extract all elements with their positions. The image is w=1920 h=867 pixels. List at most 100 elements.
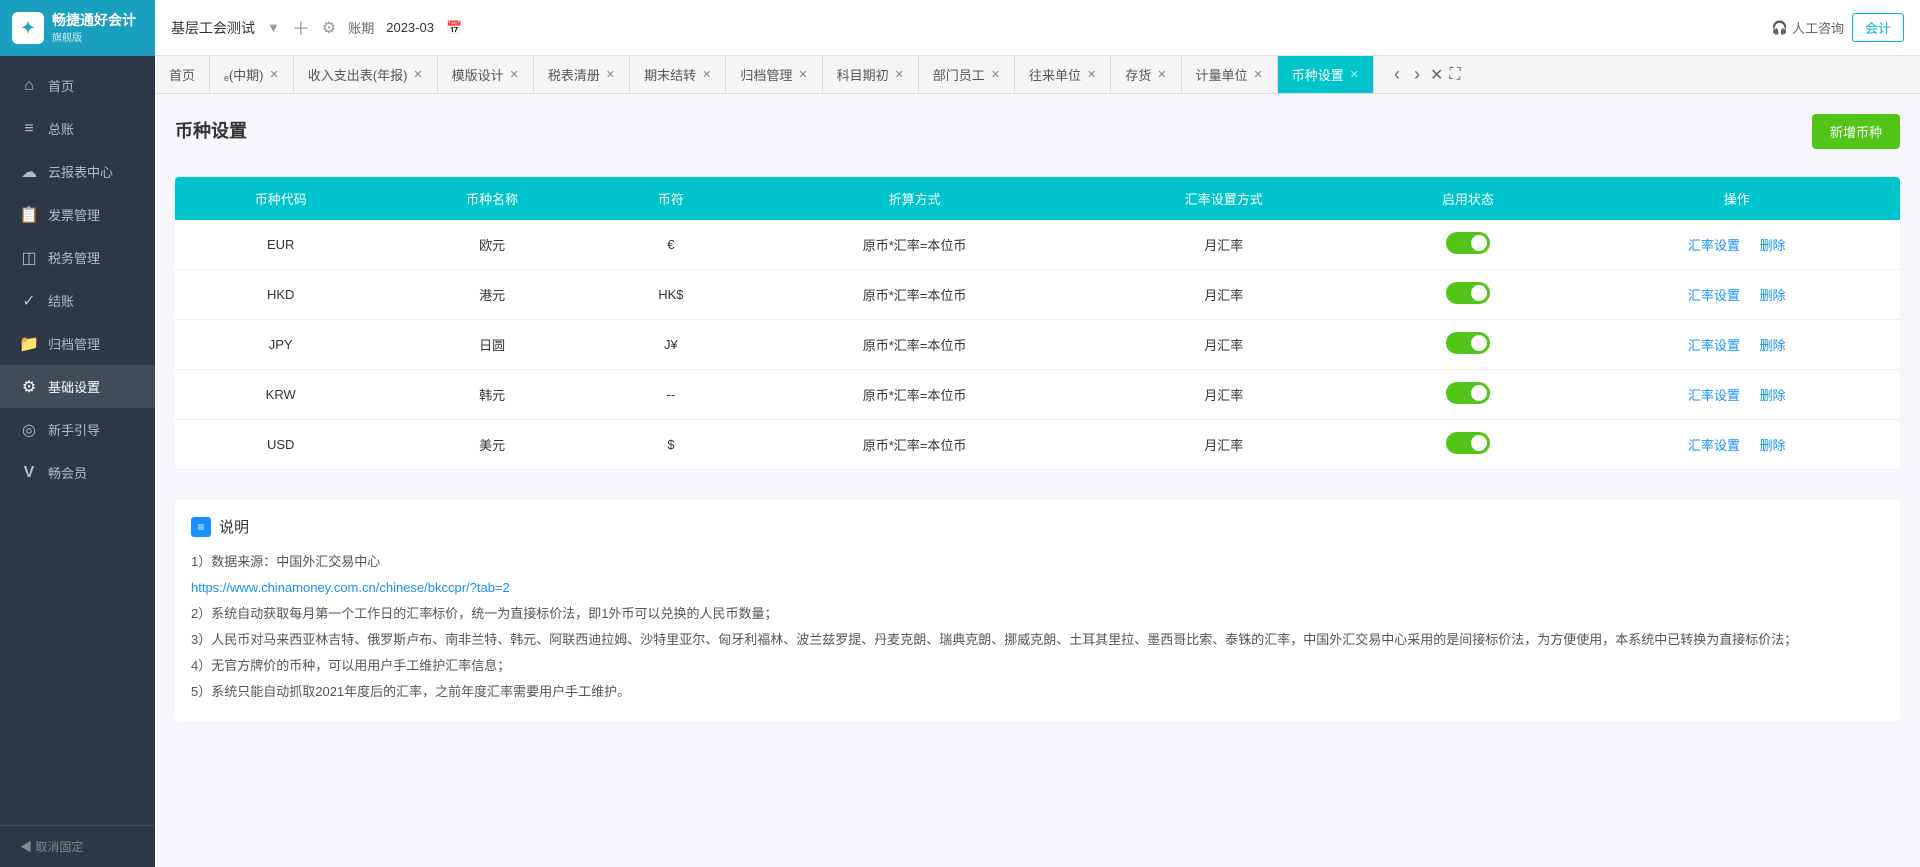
tab-template-close[interactable]: ✕ <box>510 68 519 81</box>
sidebar-item-home[interactable]: ⌂ 首页 <box>0 64 155 107</box>
tab-income[interactable]: 收入支出表(年报) ✕ <box>294 56 438 94</box>
cell-status <box>1362 320 1573 370</box>
rate-setting-link-JPY[interactable]: 汇率设置 <box>1688 338 1740 353</box>
col-symbol: 币符 <box>598 177 744 220</box>
tab-taxclear[interactable]: 税表清册 ✕ <box>534 56 630 94</box>
tab-home[interactable]: 首页 <box>155 56 210 94</box>
delete-link-JPY[interactable]: 删除 <box>1760 338 1786 353</box>
delete-link-EUR[interactable]: 删除 <box>1760 238 1786 253</box>
tab-interim[interactable]: ₑ(中期) ✕ <box>210 56 294 94</box>
expand-button[interactable]: ⛶ <box>1449 66 1460 84</box>
cell-code: EUR <box>175 220 386 270</box>
table-row: KRW 韩元 -- 原币*汇率=本位币 月汇率 汇率设置 删除 <box>175 370 1900 420</box>
tab-archive-close[interactable]: ✕ <box>798 68 807 81</box>
sidebar-item-guide[interactable]: ◎ 新手引导 <box>0 408 155 451</box>
tab-partners-close[interactable]: ✕ <box>1087 68 1096 81</box>
delete-link-HKD[interactable]: 删除 <box>1760 288 1786 303</box>
tab-department-close[interactable]: ✕ <box>991 68 1000 81</box>
tab-period-end[interactable]: 期末结转 ✕ <box>630 56 726 94</box>
sidebar-item-reports[interactable]: ☁ 云报表中心 <box>0 150 155 193</box>
sidebar-item-closing[interactable]: ✓ 结账 <box>0 279 155 322</box>
sidebar-item-basic[interactable]: ⚙ 基础设置 <box>0 365 155 408</box>
sidebar-item-archive[interactable]: 📁 归档管理 <box>0 322 155 365</box>
rate-setting-link-USD[interactable]: 汇率设置 <box>1688 438 1740 453</box>
sidebar-item-member[interactable]: V 畅会员 <box>0 451 155 494</box>
sidebar-item-tax[interactable]: ◫ 税务管理 <box>0 236 155 279</box>
cell-rate-type: 月汇率 <box>1085 270 1362 320</box>
sidebar-label-reports: 云报表中心 <box>48 162 113 181</box>
tab-income-close[interactable]: ✕ <box>413 68 422 81</box>
cell-action: 汇率设置 删除 <box>1574 220 1900 270</box>
tab-currency[interactable]: 币种设置 ✕ <box>1278 56 1374 94</box>
sidebar-item-ledger[interactable]: ≡ 总账 <box>0 107 155 150</box>
add-company-button[interactable]: ＋ <box>292 15 310 41</box>
tab-period-end-close[interactable]: ✕ <box>702 68 711 81</box>
tab-interim-close[interactable]: ✕ <box>270 68 279 81</box>
tab-partners[interactable]: 往来单位 ✕ <box>1015 56 1111 94</box>
cell-status <box>1362 420 1573 470</box>
tab-inventory-label: 存货 <box>1125 65 1151 84</box>
cell-code: KRW <box>175 370 386 420</box>
tab-department[interactable]: 部门员工 ✕ <box>919 56 1015 94</box>
settings-icon[interactable]: ⚙ <box>322 18 336 38</box>
rate-setting-link-HKD[interactable]: 汇率设置 <box>1688 288 1740 303</box>
tab-subject-init-close[interactable]: ✕ <box>895 68 904 81</box>
tab-unit-close[interactable]: ✕ <box>1254 68 1263 81</box>
toggle-HKD[interactable] <box>1446 282 1490 304</box>
logo-icon: ✦ <box>12 12 44 44</box>
rate-setting-link-EUR[interactable]: 汇率设置 <box>1688 238 1740 253</box>
note-title-row: ≡ 说明 <box>191 516 1884 537</box>
tab-prev-button[interactable]: ‹ <box>1390 64 1404 85</box>
tabbar: 首页 ₑ(中期) ✕ 收入支出表(年报) ✕ 模版设计 ✕ 税表清册 ✕ 期末结… <box>155 56 1920 94</box>
home-icon: ⌂ <box>20 77 38 95</box>
tab-home-label: 首页 <box>169 65 195 84</box>
col-method: 折算方式 <box>744 177 1085 220</box>
help-button[interactable]: 🎧 人工咨询 <box>1772 18 1844 37</box>
tab-archive-label: 归档管理 <box>740 65 792 84</box>
toggle-KRW[interactable] <box>1446 382 1490 404</box>
topbar-actions: 🎧 人工咨询 会计 <box>1772 13 1904 42</box>
account-button[interactable]: 会计 <box>1852 13 1904 42</box>
tab-unit[interactable]: 计量单位 ✕ <box>1182 56 1278 94</box>
calendar-icon[interactable]: 📅 <box>446 20 462 36</box>
toggle-JPY[interactable] <box>1446 332 1490 354</box>
sidebar-label-home: 首页 <box>48 76 74 95</box>
tab-subject-init[interactable]: 科目期初 ✕ <box>823 56 919 94</box>
page-title: 币种设置 <box>175 117 247 143</box>
col-code: 币种代码 <box>175 177 386 220</box>
company-name: 基层工会测试 <box>171 18 255 38</box>
cell-status <box>1362 270 1573 320</box>
tab-inventory-close[interactable]: ✕ <box>1157 68 1166 81</box>
member-icon: V <box>20 464 38 482</box>
cell-symbol: € <box>598 220 744 270</box>
sidebar-item-invoice[interactable]: 📋 发票管理 <box>0 193 155 236</box>
tab-template[interactable]: 模版设计 ✕ <box>438 56 534 94</box>
close-all-tabs-button[interactable]: ✕ <box>1430 65 1443 85</box>
toggle-USD[interactable] <box>1446 432 1490 454</box>
dropdown-icon[interactable]: ▼ <box>267 20 280 35</box>
guide-icon: ◎ <box>20 421 38 439</box>
sidebar: ✦ 畅捷通好会计 旗舰版 ⌂ 首页 ≡ 总账 ☁ 云报表中心 📋 发票管理 ◫ … <box>0 0 155 867</box>
tab-inventory[interactable]: 存货 ✕ <box>1111 56 1181 94</box>
delete-link-USD[interactable]: 删除 <box>1760 438 1786 453</box>
rate-setting-link-KRW[interactable]: 汇率设置 <box>1688 388 1740 403</box>
tab-archive[interactable]: 归档管理 ✕ <box>726 56 822 94</box>
tab-nav-actions: ‹ › ✕ ⛶ <box>1390 64 1461 85</box>
tab-currency-close[interactable]: ✕ <box>1350 68 1359 81</box>
sidebar-label-archive: 归档管理 <box>48 334 100 353</box>
unpin-button[interactable]: ◀ 取消固定 <box>0 825 155 867</box>
cloud-icon: ☁ <box>20 163 38 181</box>
toggle-EUR[interactable] <box>1446 232 1490 254</box>
delete-link-KRW[interactable]: 删除 <box>1760 388 1786 403</box>
new-currency-button[interactable]: 新增币种 <box>1812 114 1900 149</box>
cell-method: 原币*汇率=本位币 <box>744 370 1085 420</box>
headset-icon: 🎧 <box>1772 20 1788 36</box>
page-header: 币种设置 新增币种 <box>175 114 1900 161</box>
tab-taxclear-close[interactable]: ✕ <box>606 68 615 81</box>
note-link[interactable]: https://www.chinamoney.com.cn/chinese/bk… <box>191 580 510 595</box>
cell-name: 日圆 <box>386 320 597 370</box>
note-item: https://www.chinamoney.com.cn/chinese/bk… <box>191 575 1884 601</box>
tab-next-button[interactable]: › <box>1410 64 1424 85</box>
note-item: 5）系统只能自动抓取2021年度后的汇率，之前年度汇率需要用户手工维护。 <box>191 679 1884 705</box>
cell-code: USD <box>175 420 386 470</box>
